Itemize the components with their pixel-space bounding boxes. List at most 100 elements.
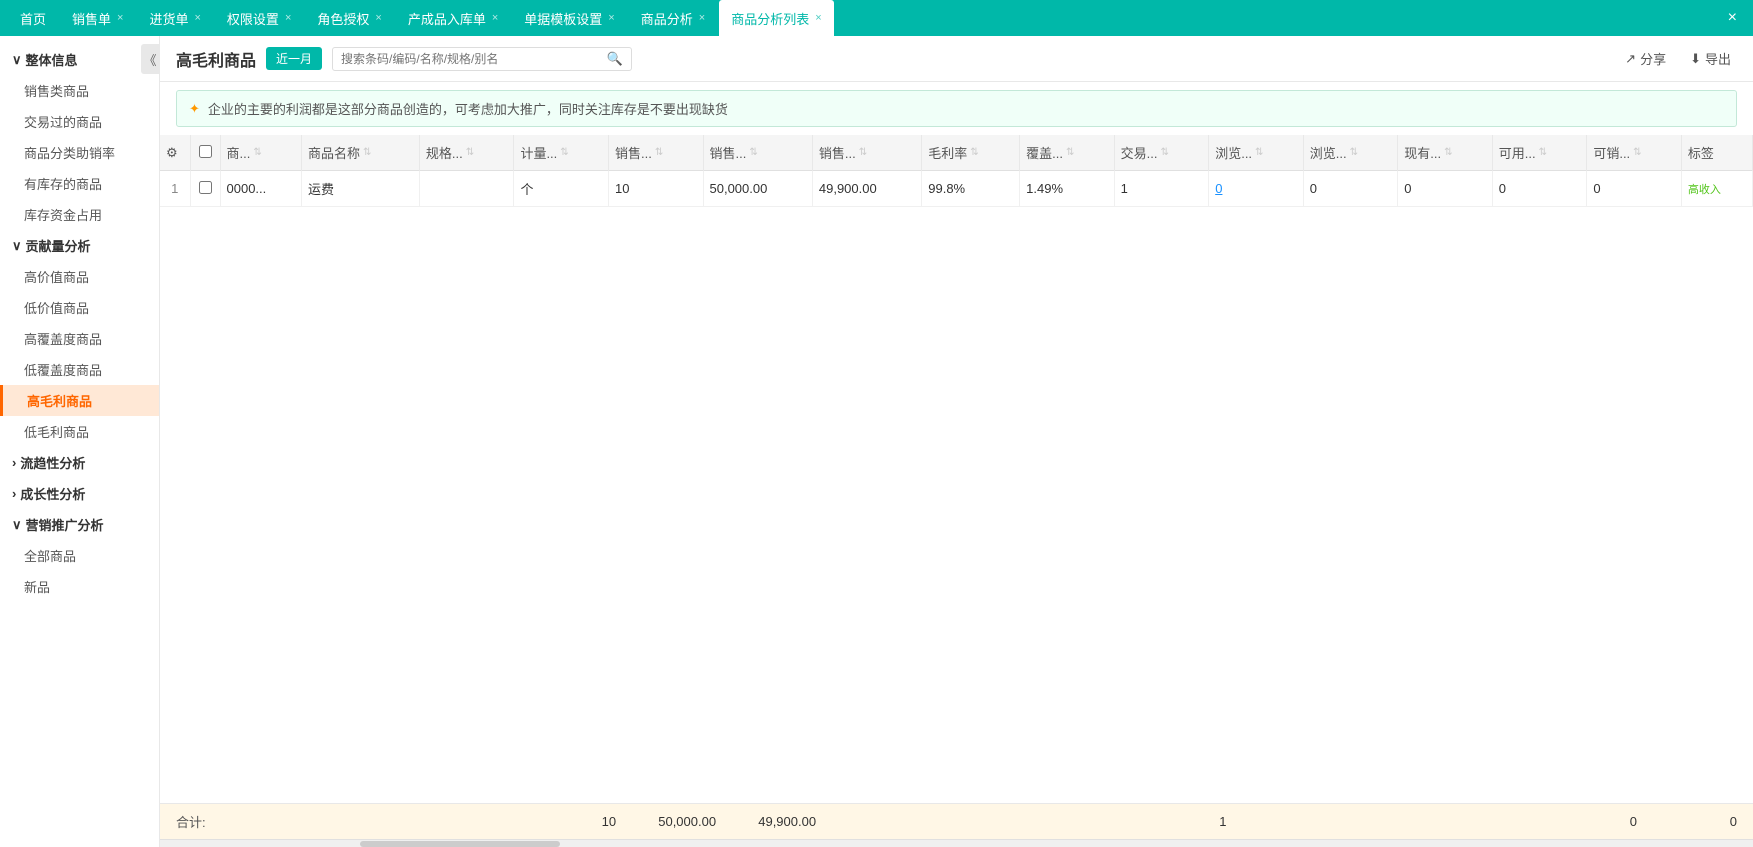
sort-icon-unit: ⇅ bbox=[560, 147, 568, 158]
close-analysis-list-tab[interactable]: × bbox=[815, 12, 821, 24]
nav-item-analysis[interactable]: 商品分析 × bbox=[629, 0, 717, 36]
nav-item-purchase[interactable]: 进货单 × bbox=[137, 0, 212, 36]
row-saleable-stock: 0 bbox=[1587, 171, 1682, 207]
share-button[interactable]: ↗ 分享 bbox=[1619, 46, 1672, 71]
th-settings[interactable]: ⚙ bbox=[160, 135, 190, 171]
th-view2[interactable]: 浏览... ⇅ bbox=[1303, 135, 1398, 171]
scrollbar-thumb[interactable] bbox=[360, 841, 560, 847]
th-saleable-stock[interactable]: 可销... ⇅ bbox=[1587, 135, 1682, 171]
th-available-stock[interactable]: 可用... ⇅ bbox=[1492, 135, 1587, 171]
sidebar-group-trend[interactable]: › 流趋性分析 bbox=[0, 447, 159, 478]
sidebar-collapse-btn[interactable]: 《 bbox=[141, 44, 159, 74]
th-transaction[interactable]: 交易... ⇅ bbox=[1114, 135, 1209, 171]
close-permission-tab[interactable]: × bbox=[285, 12, 291, 24]
row-sale-count-value: 10 bbox=[615, 181, 629, 196]
th-sale-amount[interactable]: 销售... ⇅ bbox=[703, 135, 812, 171]
collapse-icon: 《 bbox=[143, 50, 156, 69]
search-icon[interactable]: 🔍 bbox=[607, 51, 623, 67]
sidebar-item-high-coverage[interactable]: 高覆盖度商品 bbox=[0, 323, 159, 354]
row-saleable-stock-value: 0 bbox=[1593, 181, 1600, 196]
nav-item-home[interactable]: 首页 bbox=[8, 0, 58, 36]
row-coverage-value: 1.49% bbox=[1026, 181, 1063, 196]
close-analysis-tab[interactable]: × bbox=[699, 12, 705, 24]
row-coverage: 1.49% bbox=[1020, 171, 1115, 207]
time-filter-button[interactable]: 近一月 bbox=[266, 47, 322, 70]
th-coverage[interactable]: 覆盖... ⇅ bbox=[1020, 135, 1115, 171]
th-sale-cost[interactable]: 销售... ⇅ bbox=[812, 135, 921, 171]
th-unit[interactable]: 计量... ⇅ bbox=[514, 135, 609, 171]
sidebar-item-low-value[interactable]: 低价值商品 bbox=[0, 292, 159, 323]
nav-item-template[interactable]: 单据模板设置 × bbox=[512, 0, 626, 36]
sidebar-item-traded-goods[interactable]: 交易过的商品 bbox=[0, 106, 159, 137]
nav-label-permission: 权限设置 bbox=[227, 9, 279, 28]
th-sale-count[interactable]: 销售... ⇅ bbox=[608, 135, 703, 171]
footer-available-stock: 0 bbox=[1657, 814, 1737, 829]
sidebar-item-label: 低价值商品 bbox=[24, 301, 89, 316]
sort-icon-current-stock: ⇅ bbox=[1444, 147, 1452, 158]
row-code-value: 0000... bbox=[227, 181, 267, 196]
info-banner-text: 企业的主要的利润都是这部分商品创造的，可考虑加大推广，同时关注库存是不要出现缺货 bbox=[208, 99, 728, 118]
th-view2-label: 浏览... bbox=[1310, 143, 1347, 162]
th-current-stock[interactable]: 现有... ⇅ bbox=[1398, 135, 1493, 171]
close-sales-tab[interactable]: × bbox=[117, 12, 123, 24]
sidebar-item-all-goods[interactable]: 全部商品 bbox=[0, 540, 159, 571]
footer-current-stock: 0 bbox=[1557, 814, 1637, 829]
sort-icon-saleable-stock: ⇅ bbox=[1633, 147, 1641, 158]
nav-label-role: 角色授权 bbox=[317, 9, 369, 28]
footer-label: 合计: bbox=[176, 812, 206, 831]
nav-item-permission[interactable]: 权限设置 × bbox=[215, 0, 303, 36]
sidebar-item-low-margin[interactable]: 低毛利商品 bbox=[0, 416, 159, 447]
th-name[interactable]: 商品名称 ⇅ bbox=[301, 135, 419, 171]
search-box: 🔍 bbox=[332, 47, 632, 71]
sidebar-item-in-stock[interactable]: 有库存的商品 bbox=[0, 168, 159, 199]
search-input[interactable] bbox=[341, 52, 601, 66]
th-spec[interactable]: 规格... ⇅ bbox=[419, 135, 514, 171]
th-sale-count-label: 销售... bbox=[615, 143, 652, 162]
sidebar-group-growth[interactable]: › 成长性分析 bbox=[0, 478, 159, 509]
sidebar-item-high-value[interactable]: 高价值商品 bbox=[0, 261, 159, 292]
row-spec bbox=[419, 171, 514, 207]
table-row: 1 0000... 运费 bbox=[160, 171, 1753, 207]
close-template-tab[interactable]: × bbox=[608, 12, 614, 24]
sidebar-item-category-rate[interactable]: 商品分类助销率 bbox=[0, 137, 159, 168]
sidebar-item-label: 销售类商品 bbox=[24, 84, 89, 99]
sidebar-group-marketing-label: 营销推广分析 bbox=[26, 515, 104, 534]
sidebar-group-contribution[interactable]: ∨ 贡献量分析 bbox=[0, 230, 159, 261]
sort-icon-view2: ⇅ bbox=[1350, 147, 1358, 158]
sidebar-item-sales-goods[interactable]: 销售类商品 bbox=[0, 75, 159, 106]
th-code[interactable]: 商... ⇅ bbox=[220, 135, 301, 171]
nav-item-inventory[interactable]: 产成品入库单 × bbox=[396, 0, 510, 36]
select-all-checkbox[interactable] bbox=[199, 145, 212, 158]
th-transaction-label: 交易... bbox=[1121, 143, 1158, 162]
row-available-stock-value: 0 bbox=[1499, 181, 1506, 196]
sidebar-item-low-coverage[interactable]: 低覆盖度商品 bbox=[0, 354, 159, 385]
nav-item-sales[interactable]: 销售单 × bbox=[60, 0, 135, 36]
th-gross-margin[interactable]: 毛利率 ⇅ bbox=[922, 135, 1020, 171]
export-button[interactable]: ⬇ 导出 bbox=[1684, 46, 1737, 71]
footer-sale-count: 10 bbox=[536, 814, 616, 829]
nav-label-inventory: 产成品入库单 bbox=[408, 9, 486, 28]
sidebar-group-overall-label: 整体信息 bbox=[26, 50, 78, 69]
nav-item-analysis-list[interactable]: 商品分析列表 × bbox=[719, 0, 833, 36]
sidebar-item-label: 高覆盖度商品 bbox=[24, 332, 102, 347]
row-available-stock: 0 bbox=[1492, 171, 1587, 207]
row-checkbox[interactable] bbox=[199, 181, 212, 194]
nav-item-role[interactable]: 角色授权 × bbox=[305, 0, 393, 36]
row-num: 1 bbox=[160, 171, 190, 207]
th-view1[interactable]: 浏览... ⇅ bbox=[1209, 135, 1304, 171]
sidebar-item-high-margin[interactable]: 高毛利商品 bbox=[0, 385, 159, 416]
sidebar-group-overall[interactable]: ∨ 整体信息 bbox=[0, 44, 159, 75]
th-code-label: 商... bbox=[227, 143, 251, 162]
sort-icon-transaction: ⇅ bbox=[1161, 147, 1169, 158]
row-num-value: 1 bbox=[171, 181, 178, 196]
sidebar-group-marketing[interactable]: ∨ 营销推广分析 bbox=[0, 509, 159, 540]
bottom-scrollbar[interactable] bbox=[160, 839, 1753, 847]
close-role-tab[interactable]: × bbox=[375, 12, 381, 24]
row-view1[interactable]: 0 bbox=[1209, 171, 1304, 207]
row-view1-link[interactable]: 0 bbox=[1215, 181, 1222, 196]
close-all-tabs[interactable]: × bbox=[1720, 9, 1745, 27]
close-inventory-tab[interactable]: × bbox=[492, 12, 498, 24]
sidebar-item-stock-capital[interactable]: 库存资金占用 bbox=[0, 199, 159, 230]
sidebar-item-new-goods[interactable]: 新品 bbox=[0, 571, 159, 602]
close-purchase-tab[interactable]: × bbox=[194, 12, 200, 24]
